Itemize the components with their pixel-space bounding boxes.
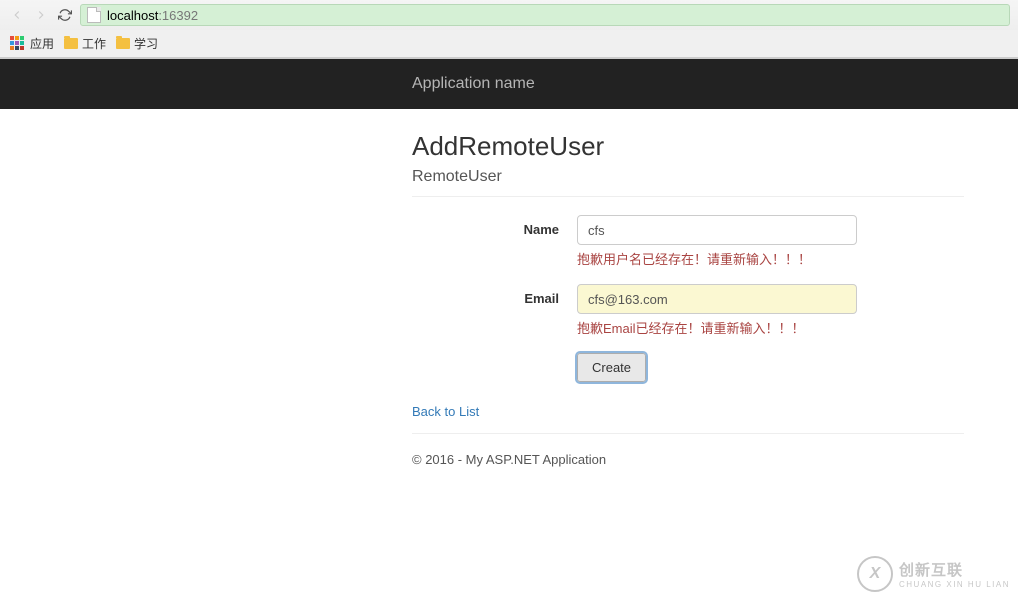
browser-toolbar: localhost:16392 (0, 0, 1018, 30)
watermark-text: 创新互联 CHUANG XIN HU LIAN (899, 559, 1010, 589)
divider (412, 196, 964, 197)
apps-label: 应用 (30, 35, 54, 52)
url-text: localhost:16392 (107, 8, 198, 23)
watermark-logo: X (857, 556, 893, 592)
form-row-name: Name 抱歉用户名已经存在！请重新输入！！！ (412, 215, 964, 276)
bookmark-label: 学习 (134, 35, 158, 52)
forward-button[interactable] (32, 6, 50, 24)
app-navbar: Application name (0, 59, 1018, 109)
url-bar[interactable]: localhost:16392 (80, 4, 1010, 26)
reload-button[interactable] (56, 6, 74, 24)
folder-icon (116, 38, 130, 49)
footer-divider (412, 433, 964, 434)
page-icon (87, 7, 101, 23)
watermark-en: CHUANG XIN HU LIAN (899, 580, 1010, 589)
email-input[interactable] (577, 284, 857, 314)
name-error: 抱歉用户名已经存在！请重新输入！！！ (577, 249, 964, 268)
url-port: :16392 (158, 8, 198, 23)
email-label: Email (412, 284, 577, 306)
main-container: AddRemoteUser RemoteUser Name 抱歉用户名已经存在！… (24, 109, 994, 467)
folder-icon (64, 38, 78, 49)
footer-text: © 2016 - My ASP.NET Application (412, 452, 964, 467)
page-title: AddRemoteUser (412, 131, 964, 162)
back-button[interactable] (8, 6, 26, 24)
bookmark-folder-work[interactable]: 工作 (64, 35, 106, 52)
navbar-brand[interactable]: Application name (412, 75, 535, 92)
browser-chrome: localhost:16392 应用 工作 学习 (0, 0, 1018, 59)
name-label: Name (412, 215, 577, 237)
form-row-submit: Create (412, 353, 964, 382)
create-button[interactable]: Create (577, 353, 646, 382)
back-to-list-link[interactable]: Back to List (412, 404, 479, 419)
watermark-cn: 创新互联 (899, 559, 1010, 580)
url-host: localhost (107, 8, 158, 23)
bookmark-label: 工作 (82, 35, 106, 52)
bookmarks-bar: 应用 工作 学习 (0, 30, 1018, 58)
apps-icon (10, 36, 26, 52)
email-error: 抱歉Email已经存在！请重新输入！！！ (577, 318, 964, 337)
page-subtitle: RemoteUser (412, 168, 964, 186)
name-input[interactable] (577, 215, 857, 245)
watermark: X 创新互联 CHUANG XIN HU LIAN (857, 556, 1010, 592)
bookmark-folder-study[interactable]: 学习 (116, 35, 158, 52)
form-row-email: Email 抱歉Email已经存在！请重新输入！！！ (412, 284, 964, 345)
apps-button[interactable]: 应用 (10, 35, 54, 52)
